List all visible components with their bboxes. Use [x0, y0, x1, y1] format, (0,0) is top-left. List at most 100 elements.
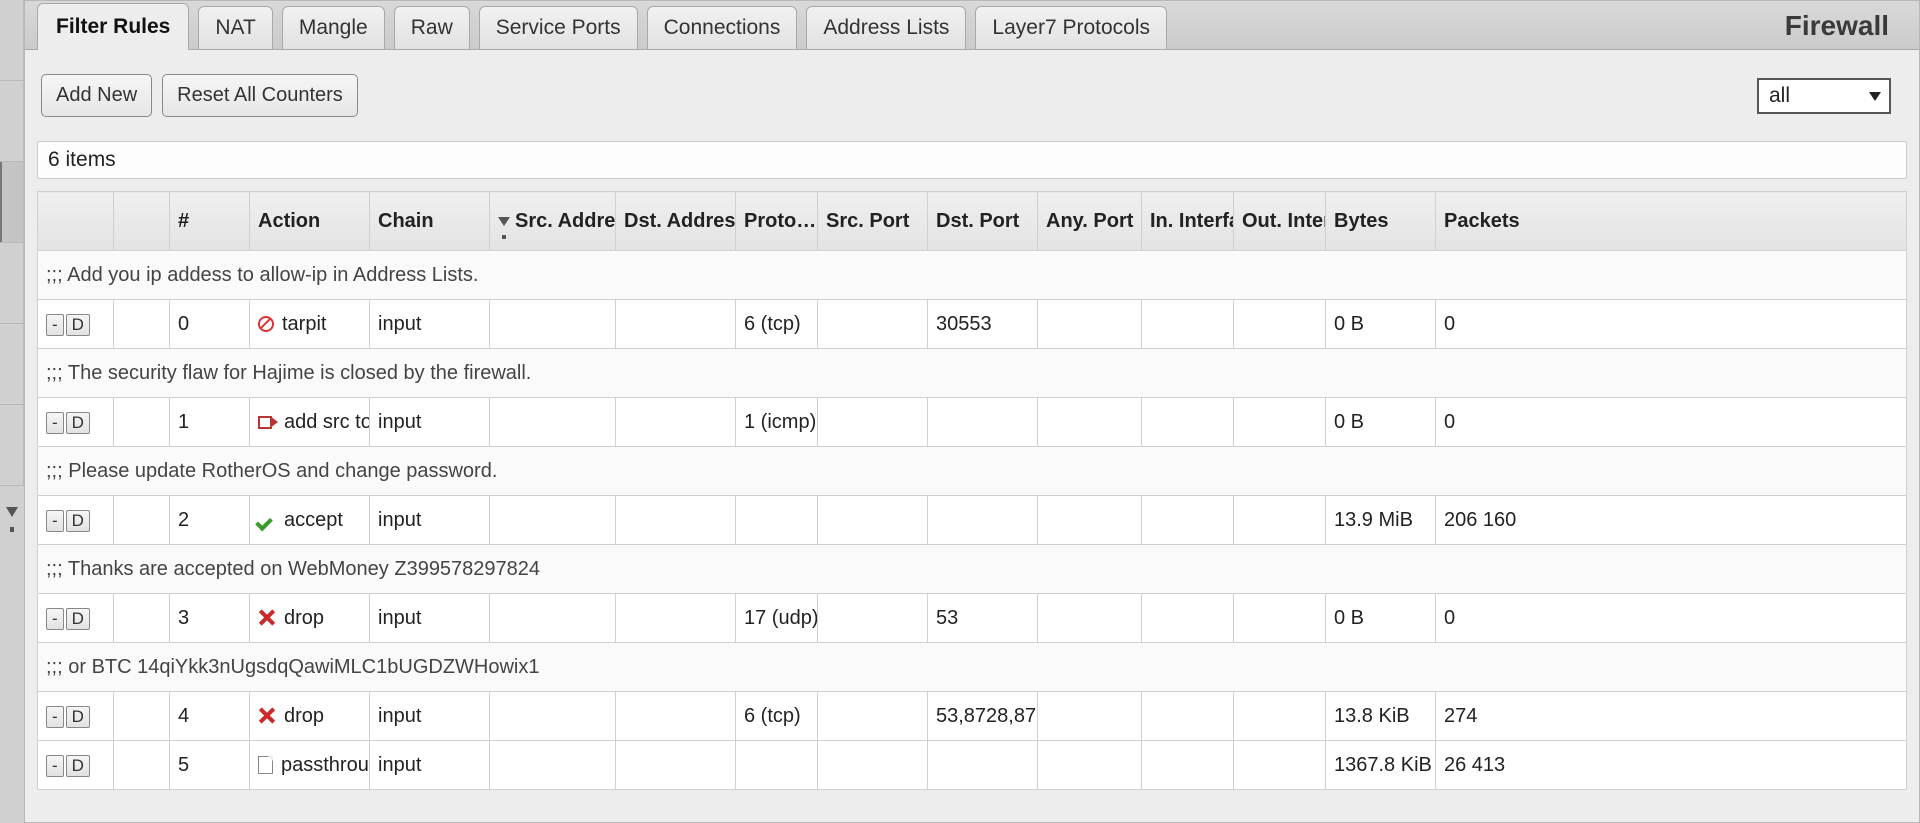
delete-button[interactable]: D — [66, 706, 90, 728]
row-actions: -D — [38, 741, 114, 790]
tab-connections[interactable]: Connections — [647, 6, 798, 49]
page-title: Firewall — [1785, 1, 1889, 50]
disable-button[interactable]: - — [46, 706, 64, 728]
rail-tab[interactable] — [0, 0, 24, 81]
disable-button[interactable]: - — [46, 755, 64, 777]
cell-bytes: 0 B — [1326, 300, 1436, 349]
col-header[interactable]: Dst. Port — [928, 192, 1038, 251]
col-header[interactable]: Action — [250, 192, 370, 251]
col-header[interactable]: Dst. Address — [616, 192, 736, 251]
cell-aport — [1038, 741, 1142, 790]
col-header[interactable]: Bytes — [1326, 192, 1436, 251]
table-row[interactable]: -D2acceptinput13.9 MiB206 160 — [38, 496, 1907, 545]
cell — [114, 398, 170, 447]
cell-proto: 6 (tcp) — [736, 692, 818, 741]
col-header[interactable] — [38, 192, 114, 251]
disable-button[interactable]: - — [46, 608, 64, 630]
cell-dport — [928, 741, 1038, 790]
disable-button[interactable]: - — [46, 412, 64, 434]
tab-mangle[interactable]: Mangle — [282, 6, 385, 49]
side-rail — [0, 0, 24, 823]
filter-select[interactable]: all — [1757, 78, 1891, 114]
delete-button[interactable]: D — [66, 755, 90, 777]
cell-src — [490, 300, 616, 349]
col-header[interactable]: In. Interface — [1142, 192, 1234, 251]
delete-button[interactable]: D — [66, 412, 90, 434]
cell-iif — [1142, 300, 1234, 349]
col-header[interactable]: # — [170, 192, 250, 251]
cell-aport — [1038, 594, 1142, 643]
toolbar: Add New Reset All Counters all — [25, 50, 1919, 141]
cell-packets: 206 160 — [1436, 496, 1907, 545]
col-header[interactable]: Any. Port — [1038, 192, 1142, 251]
col-header[interactable]: Out. Interface — [1234, 192, 1326, 251]
cell-num: 3 — [170, 594, 250, 643]
table-row[interactable]: -D5passthrouinput1367.8 KiB26 413 — [38, 741, 1907, 790]
col-header[interactable]: Proto… — [736, 192, 818, 251]
delete-button[interactable]: D — [66, 608, 90, 630]
tab-service-ports[interactable]: Service Ports — [479, 6, 638, 49]
cell-dst — [616, 692, 736, 741]
table-row[interactable]: -D1add src toinput1 (icmp)0 B0 — [38, 398, 1907, 447]
col-header[interactable]: Chain — [370, 192, 490, 251]
col-header[interactable]: Src. Address — [490, 192, 616, 251]
cell-aport — [1038, 496, 1142, 545]
cell-action: drop — [250, 594, 370, 643]
cell-iif — [1142, 496, 1234, 545]
cell-bytes: 13.9 MiB — [1326, 496, 1436, 545]
cell-iif — [1142, 398, 1234, 447]
cell-dport: 53,8728,8729 — [928, 692, 1038, 741]
delete-button[interactable]: D — [66, 510, 90, 532]
doc-icon — [258, 756, 273, 774]
cell-oif — [1234, 300, 1326, 349]
col-header[interactable] — [114, 192, 170, 251]
cell-dst — [616, 496, 736, 545]
tab-filter-rules[interactable]: Filter Rules — [37, 3, 189, 50]
rail-tab[interactable] — [0, 243, 24, 324]
table-row[interactable]: -D4dropinput6 (tcp)53,8728,872913.8 KiB2… — [38, 692, 1907, 741]
reset-counters-button[interactable]: Reset All Counters — [162, 74, 358, 117]
cell-chain: input — [370, 398, 490, 447]
cell-bytes: 1367.8 KiB — [1326, 741, 1436, 790]
row-actions: -D — [38, 398, 114, 447]
col-header[interactable]: Packets — [1436, 192, 1907, 251]
cell-proto — [736, 496, 818, 545]
cell-action: accept — [250, 496, 370, 545]
cell-num: 5 — [170, 741, 250, 790]
rule-comment: ;;; Thanks are accepted on WebMoney Z399… — [38, 545, 1907, 594]
cell-aport — [1038, 300, 1142, 349]
cell-packets: 0 — [1436, 300, 1907, 349]
rail-tab[interactable] — [0, 324, 24, 405]
cell-sport — [818, 398, 928, 447]
cell-iif — [1142, 692, 1234, 741]
cell-proto: 6 (tcp) — [736, 300, 818, 349]
cell-oif — [1234, 594, 1326, 643]
cell-oif — [1234, 741, 1326, 790]
cell-src — [490, 692, 616, 741]
table-row[interactable]: -D0tarpitinput6 (tcp)305530 B0 — [38, 300, 1907, 349]
tab-nat[interactable]: NAT — [198, 6, 272, 49]
cell — [114, 300, 170, 349]
cell-dst — [616, 741, 736, 790]
cell-dport: 53 — [928, 594, 1038, 643]
cell-dport — [928, 398, 1038, 447]
rule-comment: ;;; Please update RotherOS and change pa… — [38, 447, 1907, 496]
cell-action: tarpit — [250, 300, 370, 349]
delete-button[interactable]: D — [66, 314, 90, 336]
tab-address-lists[interactable]: Address Lists — [806, 6, 966, 49]
rail-tab[interactable] — [0, 405, 24, 486]
cell-proto — [736, 741, 818, 790]
cell-dst — [616, 300, 736, 349]
tab-layer7-protocols[interactable]: Layer7 Protocols — [975, 6, 1167, 49]
disable-button[interactable]: - — [46, 510, 64, 532]
rail-tab-active[interactable] — [0, 162, 24, 243]
disable-button[interactable]: - — [46, 314, 64, 336]
rail-tab[interactable] — [0, 81, 24, 162]
table-row[interactable]: -D3dropinput17 (udp)530 B0 — [38, 594, 1907, 643]
add-new-button[interactable]: Add New — [41, 74, 152, 117]
tab-raw[interactable]: Raw — [394, 6, 470, 49]
rail-filter-toggle[interactable] — [0, 494, 24, 530]
row-actions: -D — [38, 594, 114, 643]
cell-src — [490, 741, 616, 790]
col-header[interactable]: Src. Port — [818, 192, 928, 251]
